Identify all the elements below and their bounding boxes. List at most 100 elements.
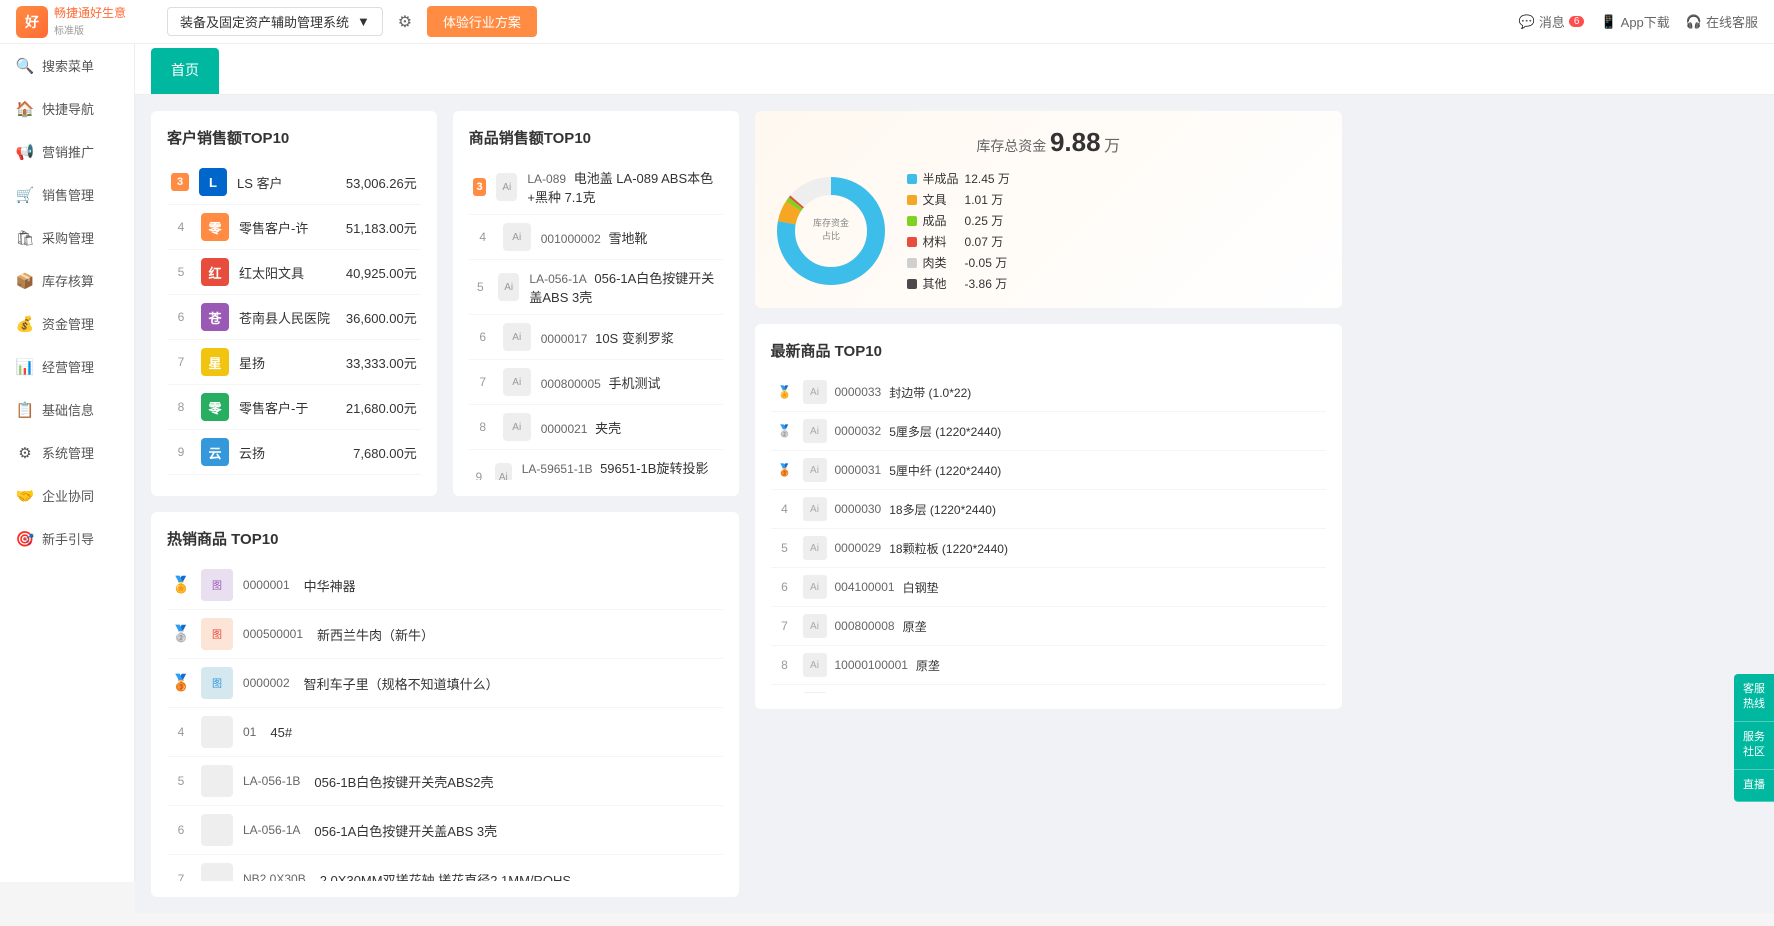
product-name: 18多层 (1220*2440): [889, 501, 996, 518]
rank-panels: 客户销售额TOP10 3 L LS 客户 53,006.26元 4: [151, 111, 739, 897]
product-code: 0000029: [835, 541, 882, 555]
product-name: 手机测试: [608, 376, 660, 391]
sidebar-item-system[interactable]: ⚙ 系统管理: [0, 431, 134, 474]
product-code: 004100001: [835, 580, 895, 594]
rank-name: 星扬: [239, 353, 336, 372]
gear-button[interactable]: ⚙: [391, 8, 419, 36]
rank-number: 🥉: [775, 463, 795, 477]
system-selector[interactable]: 装备及固定资产辅助管理系统 ▼: [167, 7, 383, 36]
live-button[interactable]: 直播: [1734, 770, 1774, 802]
sidebar-item-finance[interactable]: 💰 资金管理: [0, 302, 134, 345]
product-name: 5厘中纤 (1220*2440): [889, 462, 1001, 479]
float-service-panel: 客服热线 服务社区 直播: [1734, 674, 1774, 802]
logo-line1: 畅捷通好生意: [54, 6, 126, 22]
legend-label: 半成品: [923, 170, 959, 187]
legend-dot: [907, 174, 917, 184]
legend-item-other: 其他 -3.86 万: [907, 275, 1025, 292]
product-name: 056-1B白色按键开关壳ABS2壳: [314, 772, 718, 791]
customer-rank-panel: 客户销售额TOP10 3 L LS 客户 53,006.26元 4: [151, 111, 437, 496]
legend-dot: [907, 237, 917, 247]
table-row: 3 L LS 客户 53,006.26元: [167, 160, 421, 205]
tab-home[interactable]: 首页: [151, 48, 219, 94]
rank-value: 21,680.00元: [346, 398, 417, 417]
product-img: [201, 716, 233, 748]
storage-value: 9.88: [1050, 127, 1101, 157]
product-name: 原垄: [916, 657, 940, 674]
sidebar-label-sales: 销售管理: [42, 185, 94, 204]
legend-value: 0.07 万: [965, 233, 1025, 250]
rank-number: 3: [473, 178, 487, 196]
rank-number: 4: [775, 502, 795, 516]
product-img: [201, 765, 233, 797]
product-img: 图: [201, 618, 233, 650]
rank-number: 7: [171, 872, 191, 881]
rank-avatar: 苍: [201, 303, 229, 331]
product-img: Ai: [503, 323, 531, 351]
sidebar-item-marketing[interactable]: 📢 营销推广: [0, 130, 134, 173]
rank-number: 8: [473, 420, 493, 434]
rank-number: 8: [171, 400, 191, 414]
product-code: NB2.0X30B: [243, 872, 306, 881]
product-code: 10000100001: [835, 658, 908, 672]
sidebar-item-guide[interactable]: 🎯 新手引导: [0, 517, 134, 560]
product-code: 000800008: [835, 619, 895, 633]
product-img: Ai: [503, 368, 531, 396]
medal-icon: 🏅: [171, 575, 191, 595]
storage-unit: 万: [1104, 138, 1120, 155]
sidebar-item-company[interactable]: 🤝 企业协同: [0, 474, 134, 517]
table-row: 5 Ai LA-056-1A 056-1A白色按键开关盖ABS 3壳: [469, 260, 723, 315]
product-name: 18颗粒板 (1220*2440): [889, 540, 1008, 557]
table-row: 3 Ai LA-089 电池盖 LA-089 ABS本色+黑种 7.1克: [469, 160, 723, 215]
rank-two-col: 客户销售额TOP10 3 L LS 客户 53,006.26元 4: [151, 111, 739, 496]
rank-value: 36,600.00元: [346, 308, 417, 327]
sidebar-item-sales[interactable]: 🛒 销售管理: [0, 173, 134, 216]
product-code: 000800005: [541, 377, 601, 391]
newest-products-panel: 最新商品 TOP10 🏅 Ai 0000033 封边带 (1.0*22) 🥈 A…: [755, 324, 1343, 709]
sidebar-item-operation[interactable]: 📊 经营管理: [0, 345, 134, 388]
sidebar-item-purchase[interactable]: 🛍 采购管理: [0, 216, 134, 259]
legend-label: 文具: [923, 191, 947, 208]
chart-area: 库存资金 占比 半成品 12.45 万: [771, 170, 1327, 292]
table-row: 8 Ai 0000021 夹壳: [469, 405, 723, 450]
medal-icon: 🥈: [171, 624, 191, 644]
rank-number: 7: [473, 375, 493, 389]
search-icon: 🔍: [16, 57, 34, 75]
logo-sub: 标准版: [54, 22, 126, 37]
service-community-button[interactable]: 服务社区: [1734, 722, 1774, 770]
rank-number: 4: [171, 725, 191, 739]
rank-avatar: L: [199, 168, 227, 196]
newest-products-list: 🏅 Ai 0000033 封边带 (1.0*22) 🥈 Ai 0000032 5…: [771, 373, 1327, 693]
app-download-button[interactable]: 📱 App下载: [1600, 12, 1669, 31]
message-button[interactable]: 💬 消息 6: [1519, 12, 1585, 31]
sales-icon: 🛒: [16, 186, 34, 204]
chart-legend: 半成品 12.45 万 文具 1.01 万 成品 0.25 万: [907, 170, 1025, 292]
legend-value: 12.45 万: [965, 170, 1025, 187]
table-row: 5 红 红太阳文具 40,925.00元: [167, 250, 421, 295]
system-icon: ⚙: [16, 444, 34, 462]
customer-service-button[interactable]: 客服热线: [1734, 674, 1774, 722]
trial-button[interactable]: 体验行业方案: [427, 6, 537, 37]
svg-text:图: 图: [212, 580, 222, 592]
sidebar-item-nav[interactable]: 🏠 快捷导航: [0, 87, 134, 130]
sidebar-item-inventory[interactable]: 📦 库存核算: [0, 259, 134, 302]
hot-products-list: 🏅 图 0000001 中华神器 🥈 图 000500001 新西兰牛肉: [167, 561, 723, 881]
list-item: 5 Ai 0000029 18颗粒板 (1220*2440): [771, 529, 1327, 568]
sidebar-item-search[interactable]: 🔍 搜索菜单: [0, 44, 134, 87]
rank-number: 4: [473, 230, 493, 244]
donut-chart: 库存资金 占比: [771, 171, 891, 291]
legend-value: 1.01 万: [965, 191, 1025, 208]
online-service-button[interactable]: 🎧 在线客服: [1686, 12, 1758, 31]
rank-name: 云扬: [239, 443, 343, 462]
product-code: LA-056-1A: [243, 823, 300, 837]
product-img: Ai: [503, 413, 531, 441]
legend-dot: [907, 216, 917, 226]
product-name: 2.0X30MM双搓花轴,搓花直径2.1MM/ROHS: [320, 870, 719, 882]
storage-title: 库存总资金: [976, 138, 1046, 154]
product-code: 000500001: [243, 627, 303, 641]
rank-number: 5: [775, 541, 795, 555]
list-item: 🏅 Ai 0000033 封边带 (1.0*22): [771, 373, 1327, 412]
list-item: 6 LA-056-1A 056-1A白色按键开关盖ABS 3壳: [167, 806, 723, 855]
rank-number: 6: [473, 330, 493, 344]
sidebar-item-base[interactable]: 📋 基础信息: [0, 388, 134, 431]
rank-value: 7,680.00元: [353, 443, 417, 462]
